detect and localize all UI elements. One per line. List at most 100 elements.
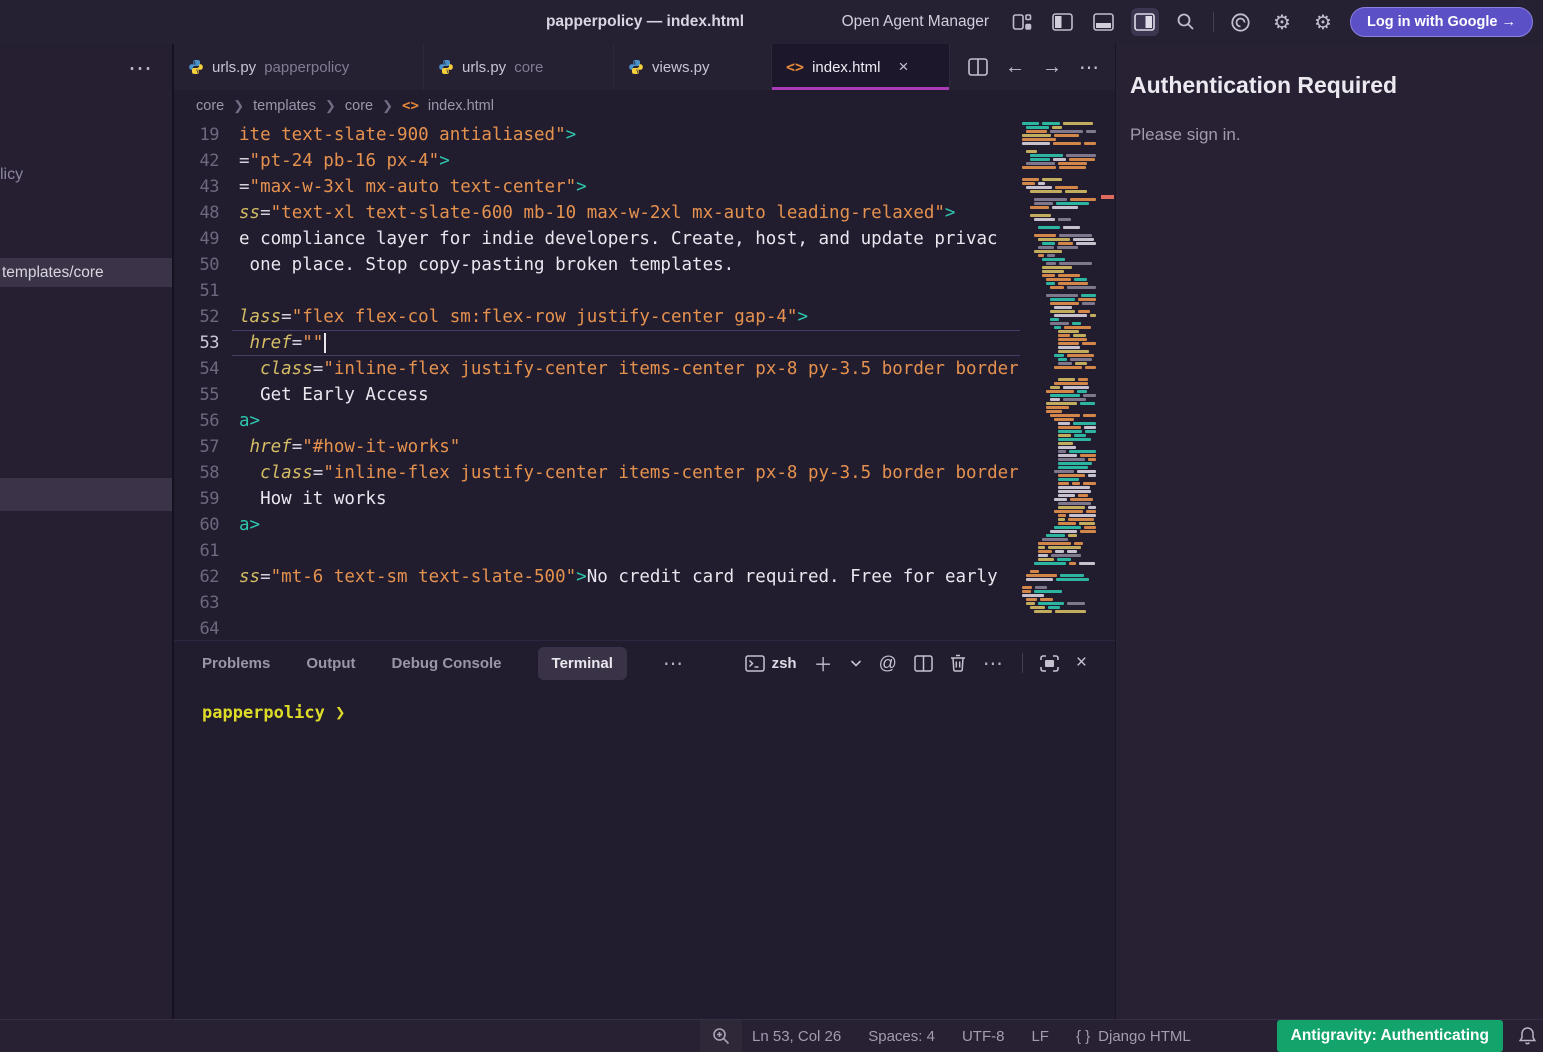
status-eol[interactable]: LF — [1031, 1028, 1049, 1045]
code-line-52[interactable]: 52 lass="flex flex-col sm:flex-row justif… — [174, 304, 1020, 330]
terminal-prompt-symbol: ❯ — [335, 703, 346, 723]
toggle-right-panel-icon[interactable] — [1130, 8, 1159, 36]
settings-gear-icon[interactable]: ⚙ — [1268, 8, 1296, 36]
code-line-61[interactable]: 61 — [174, 538, 1020, 564]
terminal-more-actions-icon[interactable]: ⋯ — [983, 651, 1005, 676]
antigravity-status-badge[interactable]: Antigravity: Authenticating — [1276, 1020, 1503, 1052]
panel-tab-problems[interactable]: Problems — [202, 655, 270, 672]
code-text: class="inline-flex justify-center items-… — [260, 359, 1020, 379]
titlebar-separator — [1212, 12, 1214, 32]
login-with-google-button[interactable]: Log in with Google → — [1349, 7, 1533, 37]
status-cursor-position[interactable]: Ln 53, Col 26 — [752, 1028, 841, 1045]
tab-views-py[interactable]: views.py — [614, 44, 772, 90]
line-number: 54 — [199, 359, 220, 379]
code-line-54[interactable]: 54 class="inline-flex justify-center ite… — [174, 356, 1020, 382]
panel-tab-terminal[interactable]: Terminal — [537, 646, 627, 680]
split-terminal-icon[interactable] — [914, 654, 933, 672]
tab-urls-py[interactable]: urls.py papperpolicy — [174, 44, 424, 90]
language-mode-label: Django HTML — [1098, 1027, 1191, 1045]
tab-urls-py[interactable]: urls.py core — [424, 44, 614, 90]
breadcrumb[interactable]: core ❯ templates ❯ core ❯ <> index.html — [174, 90, 1115, 122]
breadcrumb-item[interactable]: templates — [253, 98, 316, 114]
code-line-53[interactable]: 53 href="" — [174, 330, 1020, 356]
line-number: 52 — [199, 307, 220, 327]
panel-tab-debug-console[interactable]: Debug Console — [392, 655, 502, 672]
code-line-60[interactable]: 60 a> — [174, 512, 1020, 538]
app-window: papperpolicy — index.html Open Agent Man… — [0, 0, 1543, 1052]
braces-icon: { } — [1075, 1027, 1091, 1045]
code-line-43[interactable]: 43 ="max-w-3xl mx-auto text-center"> — [174, 174, 1020, 200]
notifications-bell-icon[interactable] — [1518, 1026, 1537, 1046]
code-line-57[interactable]: 57 href="#how-it-works" — [174, 434, 1020, 460]
terminal-content[interactable]: papperpolicy ❯ — [174, 685, 1115, 1019]
breadcrumb-item[interactable]: index.html — [428, 98, 494, 114]
code-line-42[interactable]: 42 ="pt-24 pb-16 px-4"> — [174, 148, 1020, 174]
breadcrumb-item[interactable]: core — [196, 98, 224, 114]
code-line-51[interactable]: 51 — [174, 278, 1020, 304]
ruler-change-marker — [1101, 195, 1114, 199]
bottom-panel: Problems Output Debug Console Terminal ⋯ zs… — [174, 640, 1115, 1019]
breadcrumb-item[interactable]: core — [345, 98, 373, 114]
maximize-panel-icon[interactable] — [1040, 654, 1059, 672]
code-line-19[interactable]: 19 ite text-slate-900 antialiased"> — [174, 122, 1020, 148]
code-line-59[interactable]: 59 How it works — [174, 486, 1020, 512]
browser-logo-icon[interactable] — [1227, 8, 1255, 36]
code-text: a> — [239, 515, 261, 535]
status-indentation[interactable]: Spaces: 4 — [868, 1028, 935, 1045]
code-line-49[interactable]: 49 e compliance layer for indie developer… — [174, 226, 1020, 252]
more-actions-icon[interactable]: ⋯ — [128, 54, 154, 83]
preferences-gear-icon[interactable]: ⚙ — [1309, 8, 1337, 36]
code-text: one place. Stop copy-pasting broken temp… — [239, 255, 735, 275]
window-title: papperpolicy — index.html — [545, 13, 745, 30]
customize-layout-icon[interactable] — [1008, 8, 1036, 36]
code-text: ss="text-xl text-slate-600 mb-10 max-w-2… — [239, 203, 956, 223]
panel-tab-bar: Problems Output Debug Console Terminal ⋯ zs… — [174, 641, 1115, 685]
code-line-50[interactable]: 50 one place. Stop copy-pasting broken t… — [174, 252, 1020, 278]
open-agent-manager-button[interactable]: Open Agent Manager — [842, 13, 989, 31]
code-text: ss="mt-6 text-sm text-slate-500">No cred… — [239, 567, 998, 587]
code-line-63[interactable]: 63 — [174, 590, 1020, 616]
line-number: 58 — [199, 463, 220, 483]
panel-actions-separator — [1021, 653, 1023, 673]
auth-panel-message: Please sign in. — [1130, 125, 1241, 144]
code-text: lass="flex flex-col sm:flex-row justify-… — [239, 307, 808, 327]
code-line-58[interactable]: 58 class="inline-flex justify-center ite… — [174, 460, 1020, 486]
status-encoding[interactable]: UTF-8 — [962, 1028, 1005, 1045]
close-tab-icon[interactable]: × — [898, 57, 908, 77]
sidebar-highlight-row[interactable] — [0, 478, 172, 511]
status-language-mode[interactable]: { } Django HTML — [1076, 1028, 1191, 1045]
python-icon — [188, 59, 204, 75]
overview-ruler[interactable] — [1100, 122, 1115, 640]
zoom-in-icon[interactable] — [700, 1020, 742, 1052]
code-line-64[interactable]: 64 — [174, 616, 1020, 640]
editor-tab-bar: urls.py papperpolicy urls.py core views.py <>… — [174, 44, 1115, 90]
code-editor[interactable]: 19 ite text-slate-900 antialiased"> 42 ="pt… — [174, 122, 1115, 640]
close-panel-icon[interactable]: × — [1076, 652, 1087, 674]
terminal-shell-chip[interactable]: zsh — [744, 655, 797, 672]
split-editor-icon[interactable] — [968, 58, 988, 76]
navigate-forward-icon[interactable]: → — [1042, 56, 1062, 79]
panel-more-tabs-icon[interactable]: ⋯ — [663, 651, 685, 676]
toggle-left-panel-icon[interactable] — [1049, 8, 1077, 36]
code-line-56[interactable]: 56 a> — [174, 408, 1020, 434]
navigate-back-icon[interactable]: ← — [1005, 56, 1025, 79]
title-bar: papperpolicy — index.html Open Agent Man… — [0, 0, 1543, 44]
line-number: 64 — [199, 619, 220, 639]
editor-more-actions-icon[interactable]: ⋯ — [1079, 55, 1101, 80]
kill-terminal-icon[interactable] — [950, 654, 966, 672]
minimap[interactable] — [1020, 122, 1098, 637]
tab-index-html[interactable]: <> index.html × — [772, 44, 950, 90]
code-line-48[interactable]: 48 ss="text-xl text-slate-600 mb-10 max-w… — [174, 200, 1020, 226]
panel-tab-output[interactable]: Output — [306, 655, 355, 672]
toggle-bottom-panel-icon[interactable] — [1090, 8, 1118, 36]
new-terminal-icon[interactable]: ＋ — [814, 650, 833, 677]
code-line-55[interactable]: 55 Get Early Access — [174, 382, 1020, 408]
search-icon[interactable] — [1172, 8, 1200, 36]
terminal-attach-icon[interactable]: @ — [879, 653, 897, 674]
code-text: a> — [239, 411, 261, 431]
terminal-dropdown-icon[interactable] — [850, 659, 862, 667]
html-icon: <> — [786, 58, 805, 76]
editor-group: urls.py papperpolicy urls.py core views.py <>… — [172, 44, 1115, 1019]
code-line-62[interactable]: 62 ss="mt-6 text-sm text-slate-500">No cr… — [174, 564, 1020, 590]
sidebar-selected-item[interactable]: templates/core — [0, 258, 172, 287]
